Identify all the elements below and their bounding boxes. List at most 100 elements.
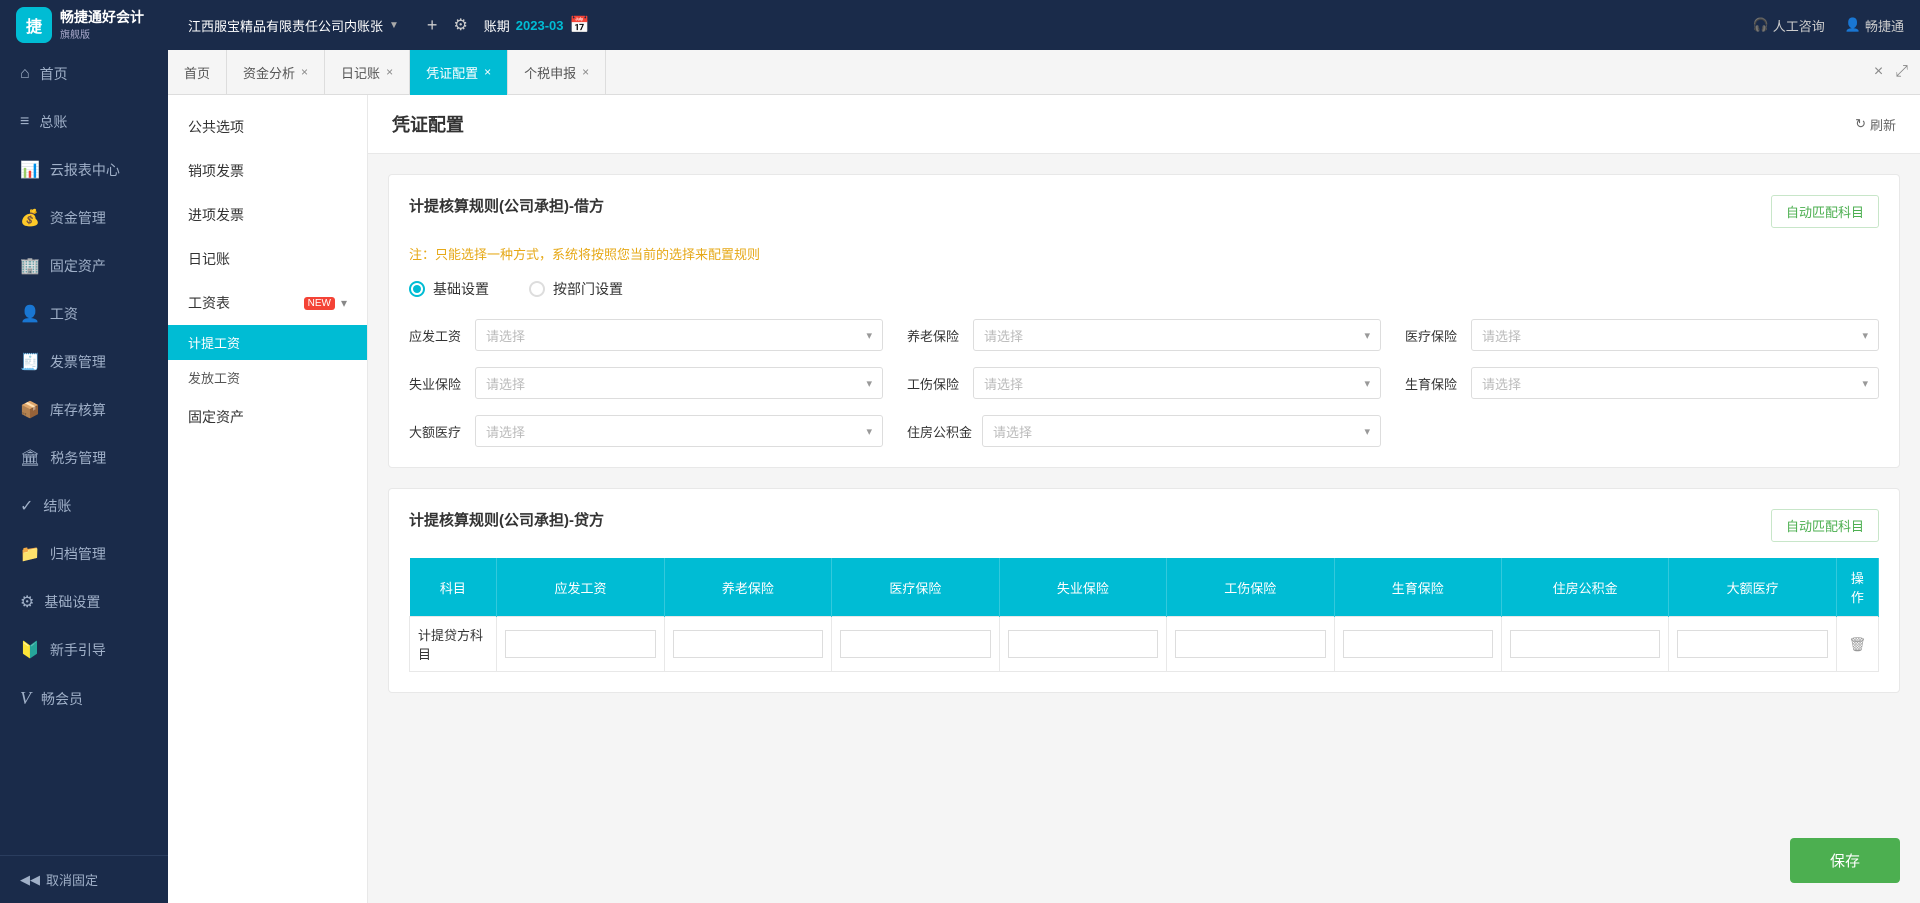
- credit-auto-match-btn[interactable]: 自动匹配科目: [1771, 509, 1879, 542]
- radio-dept[interactable]: 按部门设置: [529, 279, 623, 299]
- tab-voucher[interactable]: 凭证配置 ×: [410, 50, 508, 95]
- label-yanglao: 养老保险: [907, 326, 963, 345]
- td-yiliao-input[interactable]: [832, 617, 999, 672]
- refresh-button[interactable]: ↻ 刷新: [1855, 115, 1896, 134]
- input-shengyu[interactable]: [1343, 630, 1493, 658]
- sub-sidebar-journal[interactable]: 日记账: [168, 237, 367, 281]
- radio-basic-label: 基础设置: [433, 279, 489, 299]
- td-daeyiliao-input[interactable]: [1669, 617, 1836, 672]
- add-button[interactable]: +: [427, 15, 438, 36]
- input-shiye[interactable]: [1008, 630, 1158, 658]
- sidebar-item-archive[interactable]: 📁 归档管理: [0, 530, 168, 578]
- input-yingfa[interactable]: [505, 630, 655, 658]
- sidebar-item-member[interactable]: V 畅会员: [0, 674, 168, 723]
- tab-bar: 首页 资金分析 × 日记账 × 凭证配置 × 个税申报 × × ⤢: [168, 50, 1920, 95]
- td-delete[interactable]: 🗑: [1836, 617, 1878, 672]
- form-row-daeyiliao: 大额医疗 请选择 ▾: [409, 415, 883, 447]
- sidebar-item-home[interactable]: ⌂ 首页: [0, 50, 168, 98]
- sidebar-item-capital[interactable]: 💰 资金管理: [0, 194, 168, 242]
- sub-sidebar-public[interactable]: 公共选项: [168, 105, 367, 149]
- tab-capital-close[interactable]: ×: [301, 65, 308, 79]
- tab-expand-icon[interactable]: ⤢: [1895, 63, 1908, 81]
- th-shiye: 失业保险: [999, 558, 1166, 617]
- sidebar-item-inventory[interactable]: 📦 库存核算: [0, 386, 168, 434]
- sidebar-item-invoice[interactable]: 🧾 发票管理: [0, 338, 168, 386]
- select-zhufang[interactable]: 请选择 ▾: [982, 415, 1381, 447]
- radio-dept-label: 按部门设置: [553, 279, 623, 299]
- delete-icon[interactable]: 🗑: [1849, 636, 1867, 652]
- consulting-label: 人工咨询: [1773, 16, 1825, 35]
- company-name: 江西服宝精品有限责任公司内账张: [188, 16, 383, 35]
- sidebar-item-report[interactable]: 📊 云报表中心: [0, 146, 168, 194]
- cancel-fixed-btn[interactable]: ◀◀ 取消固定: [0, 856, 168, 903]
- sub-sidebar-fixed-assets[interactable]: 固定资产: [168, 395, 367, 439]
- select-daeyiliao-placeholder: 请选择: [486, 422, 525, 441]
- save-button[interactable]: 保存: [1790, 838, 1900, 883]
- select-zhufang-placeholder: 请选择: [993, 422, 1032, 441]
- select-yanglao[interactable]: 请选择 ▾: [973, 319, 1381, 351]
- input-yanglao[interactable]: [673, 630, 823, 658]
- input-daeyiliao[interactable]: [1677, 630, 1827, 658]
- sub-sidebar-sales[interactable]: 销项发票: [168, 149, 367, 193]
- sidebar-item-fixed[interactable]: 🏢 固定资产: [0, 242, 168, 290]
- tab-voucher-close[interactable]: ×: [484, 65, 491, 79]
- fixed-icon: 🏢: [20, 256, 40, 276]
- select-shiye[interactable]: 请选择 ▾: [475, 367, 883, 399]
- sidebar-item-label: 总账: [39, 112, 67, 132]
- sidebar-item-guide[interactable]: 🔰 新手引导: [0, 626, 168, 674]
- debit-section: 计提核算规则(公司承担)-借方 自动匹配科目 注：只能选择一种方式，系统将按照您…: [388, 174, 1900, 468]
- form-row-zhufang: 住房公积金 请选择 ▾: [907, 415, 1381, 447]
- sub-sidebar-purchase[interactable]: 进项发票: [168, 193, 367, 237]
- sidebar-item-ledger[interactable]: ≡ 总账: [0, 98, 168, 146]
- sub-sidebar-payroll-label: 计提工资: [188, 336, 240, 351]
- debit-auto-match-btn[interactable]: 自动匹配科目: [1771, 195, 1879, 228]
- select-yingfa-arrow: ▾: [866, 329, 872, 342]
- consulting-btn[interactable]: 🎧 人工咨询: [1753, 16, 1825, 35]
- sidebar-item-tax[interactable]: 🏛 税务管理: [0, 434, 168, 482]
- select-yiliao[interactable]: 请选择 ▾: [1471, 319, 1879, 351]
- tab-bar-right: × ⤢: [1874, 63, 1920, 81]
- input-gongshang[interactable]: [1175, 630, 1325, 658]
- tab-home-label: 首页: [184, 63, 210, 82]
- radio-basic[interactable]: 基础设置: [409, 279, 489, 299]
- input-yiliao[interactable]: [840, 630, 990, 658]
- calendar-icon[interactable]: 📅: [570, 15, 590, 35]
- tab-capital[interactable]: 资金分析 ×: [227, 50, 325, 95]
- select-daeyiliao[interactable]: 请选择 ▾: [475, 415, 883, 447]
- td-yingfa-input[interactable]: [497, 617, 664, 672]
- td-shengyu-input[interactable]: [1334, 617, 1501, 672]
- credit-section: 计提核算规则(公司承担)-贷方 自动匹配科目 科目 应发工资 养老保险 医疗保险: [388, 488, 1900, 693]
- sidebar-item-settings[interactable]: ⚙ 基础设置: [0, 578, 168, 626]
- sidebar-item-label: 资金管理: [50, 208, 106, 228]
- sub-sidebar-payroll-table[interactable]: 工资表 NEW ▾: [168, 281, 367, 325]
- company-selector[interactable]: 江西服宝精品有限责任公司内账张 ▼: [176, 16, 411, 35]
- td-yanglao-input[interactable]: [664, 617, 831, 672]
- select-yingfa[interactable]: 请选择 ▾: [475, 319, 883, 351]
- debit-radio-group: 基础设置 按部门设置: [409, 279, 1879, 299]
- input-zhufang[interactable]: [1510, 630, 1660, 658]
- sub-sidebar-pay-salary[interactable]: 发放工资: [168, 360, 367, 395]
- td-zhufang-input[interactable]: [1501, 617, 1668, 672]
- select-shengyu[interactable]: 请选择 ▾: [1471, 367, 1879, 399]
- tab-tax[interactable]: 个税申报 ×: [508, 50, 606, 95]
- sub-sidebar-payroll[interactable]: 计提工资: [168, 325, 367, 360]
- td-shiye-input[interactable]: [999, 617, 1166, 672]
- credit-table-header-row: 科目 应发工资 养老保险 医疗保险 失业保险 工伤保险 生育保险 住房公积金 大…: [410, 558, 1879, 617]
- tab-journal[interactable]: 日记账 ×: [325, 50, 410, 95]
- tab-close-all-icon[interactable]: ×: [1874, 63, 1883, 81]
- select-yiliao-arrow: ▾: [1862, 329, 1868, 342]
- sub-sidebar-purchase-label: 进项发票: [188, 205, 244, 225]
- sidebar-item-salary[interactable]: 👤 工资: [0, 290, 168, 338]
- tab-journal-close[interactable]: ×: [386, 65, 393, 79]
- sidebar-item-checkout[interactable]: ✓ 结账: [0, 482, 168, 530]
- td-gongshang-input[interactable]: [1167, 617, 1334, 672]
- select-shiye-arrow: ▾: [866, 377, 872, 390]
- settings-icon[interactable]: ⚙: [453, 15, 467, 35]
- tab-home[interactable]: 首页: [168, 50, 227, 95]
- user-area[interactable]: 👤 畅捷通: [1845, 16, 1904, 35]
- radio-dept-circle: [529, 281, 545, 297]
- settings-nav-icon: ⚙: [20, 592, 34, 612]
- select-gongshang[interactable]: 请选择 ▾: [973, 367, 1381, 399]
- cancel-fixed-label: 取消固定: [46, 870, 98, 889]
- tab-tax-close[interactable]: ×: [582, 65, 589, 79]
